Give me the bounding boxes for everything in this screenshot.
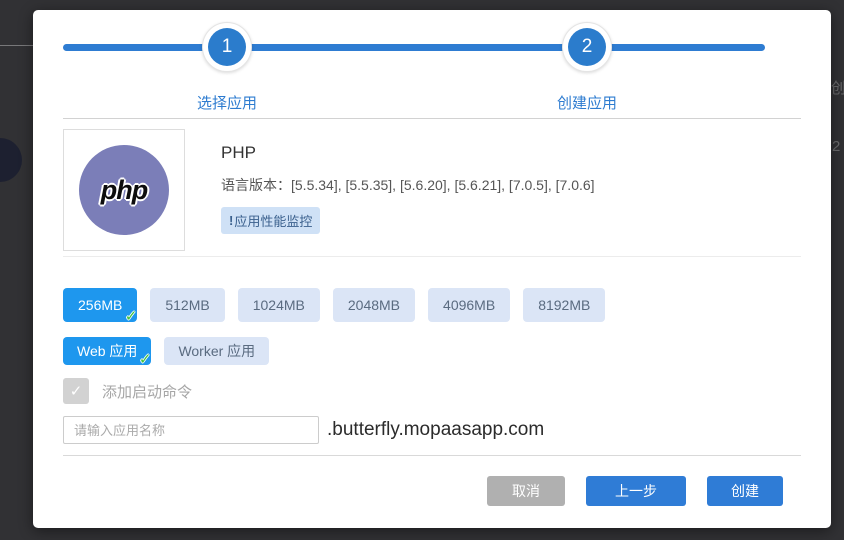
step-2-circle[interactable]: 2 [562, 22, 612, 72]
memory-option-512mb[interactable]: 512MB [150, 288, 225, 322]
startup-command-checkbox[interactable]: ✓ [63, 378, 89, 404]
wizard-stepper: 1 2 选择应用 创建应用 [33, 10, 831, 118]
step-2-label: 创建应用 [556, 95, 617, 112]
step-1-label: 选择应用 [196, 95, 257, 112]
stepper-progress-bar [63, 44, 765, 51]
selected-app-section: php PHP 语言版本：[5.5.34], [5.5.35], [5.6.20… [33, 119, 831, 256]
check-icon: ✓ [124, 308, 138, 325]
memory-size-options: 256MB ✓ 512MB 1024MB 2048MB 4096MB 8192M… [63, 288, 801, 325]
memory-option-label: 2048MB [347, 297, 401, 313]
memory-option-4096mb[interactable]: 4096MB [428, 288, 511, 322]
divider [63, 256, 801, 257]
app-type-worker[interactable]: Worker 应用 [164, 337, 270, 365]
app-info: PHP 语言版本：[5.5.34], [5.5.35], [5.6.20], [… [221, 129, 595, 251]
monitor-icon: ! [229, 213, 234, 228]
memory-option-label: 4096MB [443, 297, 496, 313]
startup-command-row: ✓ 添加启动命令 [63, 378, 801, 404]
memory-option-2048mb[interactable]: 2048MB [332, 288, 416, 322]
previous-step-button[interactable]: 上一步 [586, 476, 686, 506]
check-icon: ✓ [138, 351, 152, 368]
step-2-number: 2 [568, 28, 606, 66]
memory-option-8192mb[interactable]: 8192MB [523, 288, 606, 322]
background-glyph: 2 [832, 138, 841, 155]
tag-label: 应用性能监控 [234, 214, 313, 229]
performance-monitor-tag: ! 应用性能监控 [221, 207, 321, 234]
dialog-footer: 取消 上一步 创建 [33, 456, 831, 506]
app-name: PHP [221, 143, 256, 162]
memory-option-256mb[interactable]: 256MB ✓ [63, 288, 138, 325]
app-versions: 语言版本：[5.5.34], [5.5.35], [5.6.20], [5.6.… [221, 175, 595, 195]
memory-option-label: 512MB [165, 297, 210, 313]
app-type-label: Worker 应用 [178, 343, 256, 359]
versions-list: [5.5.34], [5.5.35], [5.6.20], [5.6.21], … [291, 177, 595, 193]
versions-label: 语言版本： [221, 177, 291, 193]
cancel-button[interactable]: 取消 [487, 476, 565, 506]
app-type-label: Web 应用 [77, 343, 138, 359]
memory-option-1024mb[interactable]: 1024MB [237, 288, 320, 322]
app-type-options: Web 应用 ✓ Worker 应用 [63, 337, 801, 368]
php-logo-icon: php [79, 145, 169, 235]
php-logo-text: php [100, 174, 148, 205]
app-type-web[interactable]: Web 应用 ✓ [63, 337, 152, 368]
startup-command-label: 添加启动命令 [102, 383, 193, 401]
memory-option-label: 8192MB [538, 297, 591, 313]
app-name-input[interactable] [63, 416, 319, 444]
background-artifact-logo [0, 138, 22, 182]
check-icon: ✓ [69, 383, 83, 400]
app-logo-card: php [63, 129, 185, 251]
app-options-section: 256MB ✓ 512MB 1024MB 2048MB 4096MB 8192M… [33, 288, 831, 444]
app-name-row: .butterfly.mopaasapp.com [63, 416, 801, 444]
background-glyph: 创 [831, 80, 844, 97]
memory-option-label: 256MB [78, 297, 123, 313]
step-1-number: 1 [208, 28, 246, 66]
step-1-circle[interactable]: 1 [202, 22, 252, 72]
domain-suffix: .butterfly.mopaasapp.com [327, 419, 545, 440]
memory-option-label: 1024MB [252, 297, 305, 313]
create-app-dialog: 1 2 选择应用 创建应用 php PHP 语言版本：[5.5.34], [5.… [33, 10, 831, 528]
create-button[interactable]: 创建 [707, 476, 783, 506]
